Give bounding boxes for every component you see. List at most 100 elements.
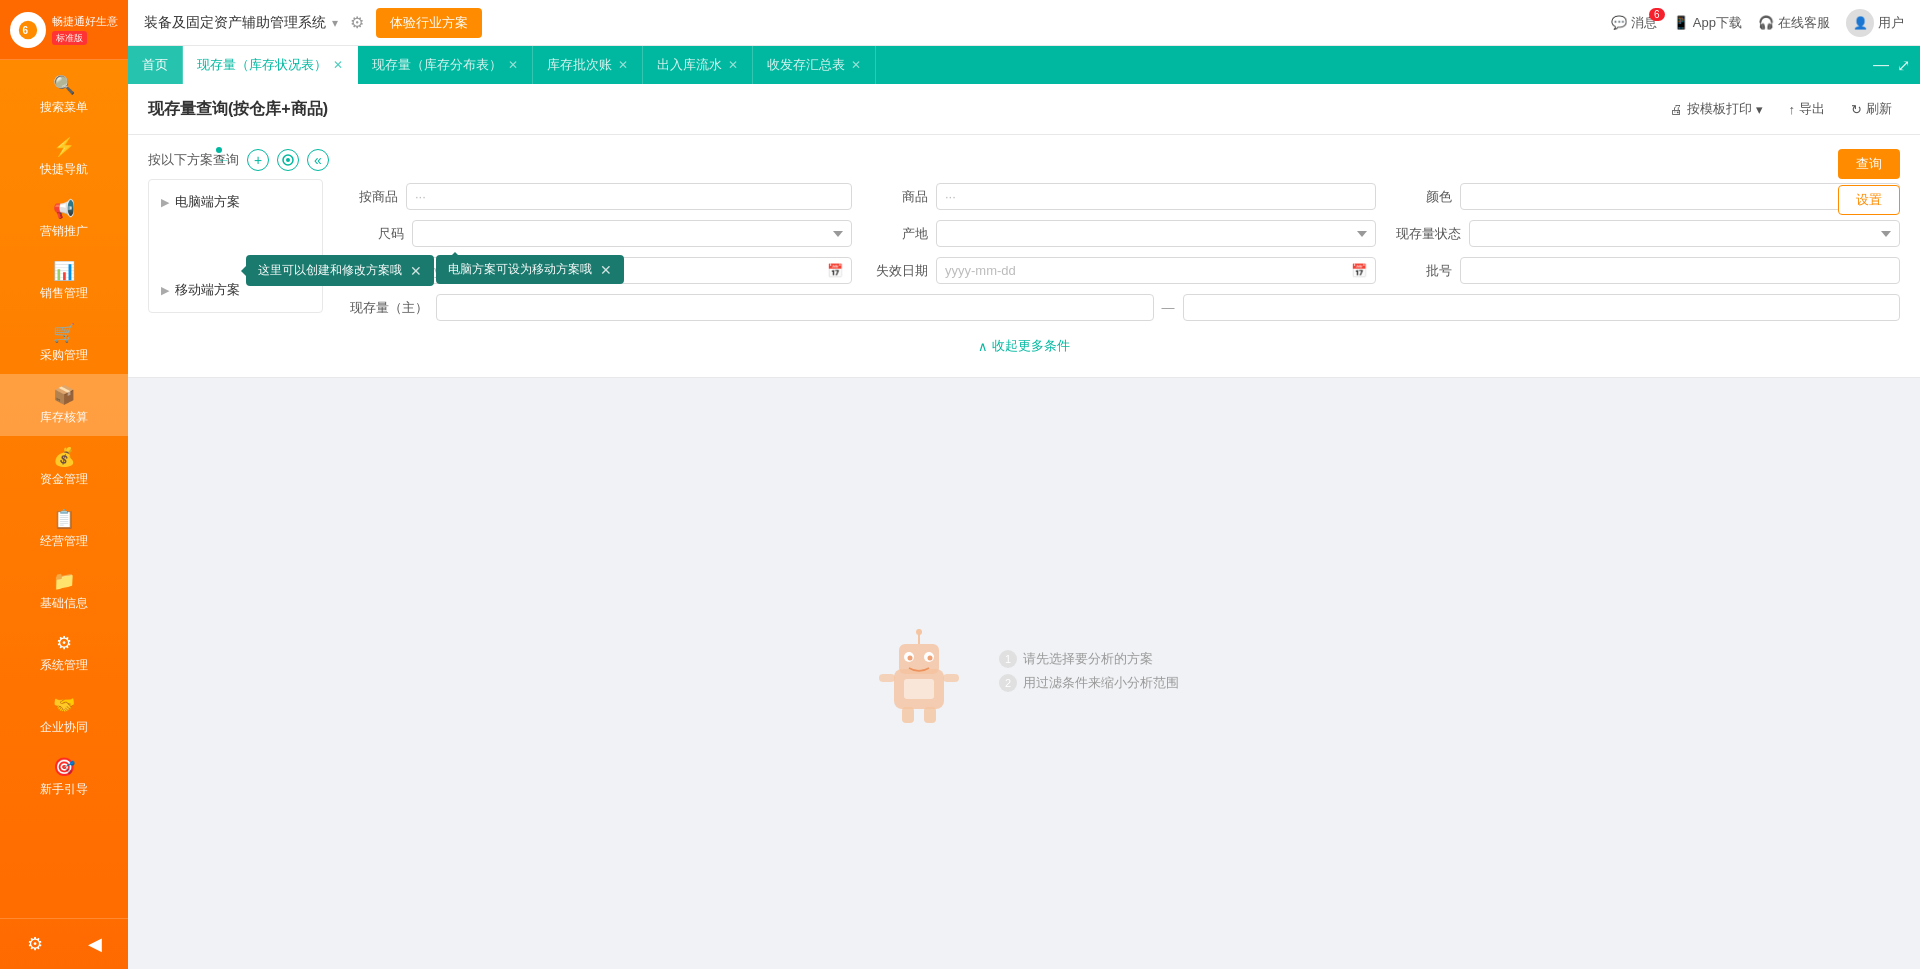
- stock-qty-min[interactable]: [436, 294, 1154, 321]
- cart-icon: 🛒: [53, 322, 75, 344]
- sidebar-settings-btn[interactable]: ⚙: [23, 929, 47, 959]
- sidebar-item-guide[interactable]: 🎯 新手引导: [0, 746, 128, 808]
- svg-rect-16: [904, 679, 934, 699]
- filter-row-1: 按商品 ··· 商品 ··· 颜色: [348, 183, 1900, 210]
- batch-label: 批号: [1396, 262, 1452, 280]
- message-icon: 💬: [1611, 15, 1627, 30]
- tab-home[interactable]: 首页: [128, 46, 183, 84]
- empty-step1: 1 请先选择要分析的方案: [999, 650, 1179, 668]
- expire-date-input[interactable]: yyyy-mm-dd 📅: [936, 257, 1376, 284]
- lightning-icon: ⚡: [53, 136, 75, 158]
- guide-icon: 🎯: [53, 756, 75, 778]
- page-content: 现存量查询(按仓库+商品) 🖨 按模板打印 ▾ ↑ 导出 ↻ 刷新: [128, 84, 1920, 969]
- sidebar-item-inventory[interactable]: 📦 库存核算: [0, 374, 128, 436]
- filter-section: 按以下方案查询 + « ← ▶ 电脑端方案 ▶: [128, 135, 1920, 378]
- sidebar-item-collab[interactable]: 🤝 企业协同: [0, 684, 128, 746]
- origin-select[interactable]: [936, 220, 1376, 247]
- sidebar-nav: 🔍 搜索菜单 ⚡ 快捷导航 📢 营销推广 📊 销售管理 🛒 采购管理 📦 库存核…: [0, 60, 128, 918]
- tab-inout-flow[interactable]: 出入库流水 ✕: [643, 46, 753, 84]
- sidebar-item-sales[interactable]: 📊 销售管理: [0, 250, 128, 312]
- stock-status-label: 现存量状态: [1396, 225, 1461, 243]
- filter-batch: 批号: [1396, 257, 1900, 284]
- tab-summary[interactable]: 收发存汇总表 ✕: [753, 46, 876, 84]
- sidebar: 6 畅捷通好生意 标准版 🔍 搜索菜单 ⚡ 快捷导航 📢 营销推广 📊 销售管理…: [0, 0, 128, 969]
- sidebar-item-purchase[interactable]: 🛒 采购管理: [0, 312, 128, 374]
- add-scheme-btn[interactable]: +: [247, 149, 269, 171]
- user-menu[interactable]: 👤 用户: [1846, 9, 1904, 37]
- query-btn[interactable]: 查询: [1838, 149, 1900, 179]
- online-service-btn[interactable]: 🎧 在线客服: [1758, 14, 1830, 32]
- collapse-btn[interactable]: ∧ 收起更多条件: [148, 329, 1900, 363]
- system-name: 装备及固定资产辅助管理系统 ▾: [144, 14, 338, 32]
- settings-icon[interactable]: ⚙: [350, 13, 364, 32]
- sidebar-item-quick-nav[interactable]: ⚡ 快捷导航: [0, 126, 128, 188]
- industry-btn[interactable]: 体验行业方案: [376, 8, 482, 38]
- refresh-btn[interactable]: ↻ 刷新: [1843, 96, 1900, 122]
- tab-minimize-btn[interactable]: —: [1873, 56, 1889, 74]
- print-dropdown-icon: ▾: [1756, 102, 1763, 117]
- user-avatar: 👤: [1846, 9, 1874, 37]
- tab-inventory-status[interactable]: 现存量（库存状况表） ✕: [183, 46, 358, 84]
- clipboard-icon: 📋: [53, 508, 75, 530]
- message-btn[interactable]: 💬 消息 6: [1611, 14, 1657, 32]
- sidebar-item-search[interactable]: 🔍 搜索菜单: [0, 64, 128, 126]
- stock-qty-max[interactable]: [1183, 294, 1901, 321]
- scheme-edit-tooltip: 这里可以创建和修改方案哦 ✕: [246, 255, 434, 286]
- calendar-icon-2: 📅: [1351, 263, 1367, 278]
- handshake-icon: 🤝: [53, 694, 75, 716]
- money-icon: 💰: [53, 446, 75, 468]
- logo-text: 畅捷通好生意 标准版: [52, 14, 118, 46]
- tab-batch-account[interactable]: 库存批次账 ✕: [533, 46, 643, 84]
- tab-close-summary[interactable]: ✕: [851, 58, 861, 72]
- svg-rect-14: [879, 674, 895, 682]
- filter-warehouse: 按商品 ···: [348, 183, 852, 210]
- empty-illustration: [869, 624, 969, 724]
- batch-input[interactable]: [1460, 257, 1900, 284]
- scheme-edit-tooltip-close[interactable]: ✕: [410, 263, 422, 279]
- system-dropdown-arrow[interactable]: ▾: [332, 16, 338, 30]
- page-title: 现存量查询(按仓库+商品): [148, 99, 328, 120]
- export-btn[interactable]: ↑ 导出: [1781, 96, 1834, 122]
- app-download-btn[interactable]: 📱 App下载: [1673, 14, 1742, 32]
- sidebar-item-finance[interactable]: 💰 资金管理: [0, 436, 128, 498]
- color-select[interactable]: [1460, 183, 1900, 210]
- tab-close-batch[interactable]: ✕: [618, 58, 628, 72]
- tab-fullscreen-btn[interactable]: ⤢: [1897, 56, 1910, 75]
- gear-icon: ⚙: [56, 632, 72, 654]
- print-btn[interactable]: 🖨 按模板打印 ▾: [1662, 96, 1771, 122]
- headset-icon: 🎧: [1758, 15, 1774, 30]
- edit-scheme-btn[interactable]: [277, 149, 299, 171]
- tab-inventory-dist[interactable]: 现存量（库存分布表） ✕: [358, 46, 533, 84]
- stock-qty-label: 现存量（主）: [348, 299, 428, 317]
- svg-text:6: 6: [23, 24, 29, 35]
- warehouse-input[interactable]: ···: [406, 183, 852, 210]
- back-scheme-btn[interactable]: «: [307, 149, 329, 171]
- filter-color: 颜色: [1396, 183, 1900, 210]
- topbar-right: 💬 消息 6 📱 App下载 🎧 在线客服 👤 用户: [1611, 9, 1904, 37]
- filter-stock-qty-row: 现存量（主） —: [348, 294, 1900, 321]
- reset-btn[interactable]: 设置: [1838, 185, 1900, 215]
- sidebar-logo: 6 畅捷通好生意 标准版: [0, 0, 128, 60]
- sidebar-item-system[interactable]: ⚙ 系统管理: [0, 622, 128, 684]
- sidebar-item-marketing[interactable]: 📢 营销推广: [0, 188, 128, 250]
- empty-content: 1 请先选择要分析的方案 2 用过滤条件来缩小分析范围: [869, 624, 1179, 724]
- color-label: 颜色: [1396, 188, 1452, 206]
- svg-rect-15: [943, 674, 959, 682]
- scheme-pc-group[interactable]: ▶ 电脑端方案: [149, 188, 322, 216]
- tab-action-area: — ⤢: [1863, 56, 1920, 75]
- tab-close-inventory-status[interactable]: ✕: [333, 58, 343, 72]
- tab-close-inventory-dist[interactable]: ✕: [508, 58, 518, 72]
- goods-input[interactable]: ···: [936, 183, 1376, 210]
- range-sep: —: [1162, 300, 1175, 315]
- tab-close-flow[interactable]: ✕: [728, 58, 738, 72]
- scheme-tooltip-close[interactable]: ✕: [600, 262, 612, 278]
- svg-rect-13: [924, 707, 936, 723]
- stock-status-select[interactable]: [1469, 220, 1900, 247]
- warehouse-dots: ···: [415, 189, 426, 204]
- size-select[interactable]: [412, 220, 852, 247]
- filter-stock-status: 现存量状态: [1396, 220, 1900, 247]
- sidebar-item-operations[interactable]: 📋 经营管理: [0, 498, 128, 560]
- filter-goods: 商品 ···: [872, 183, 1376, 210]
- sidebar-collapse-btn[interactable]: ◀: [84, 929, 106, 959]
- sidebar-item-basic-info[interactable]: 📁 基础信息: [0, 560, 128, 622]
